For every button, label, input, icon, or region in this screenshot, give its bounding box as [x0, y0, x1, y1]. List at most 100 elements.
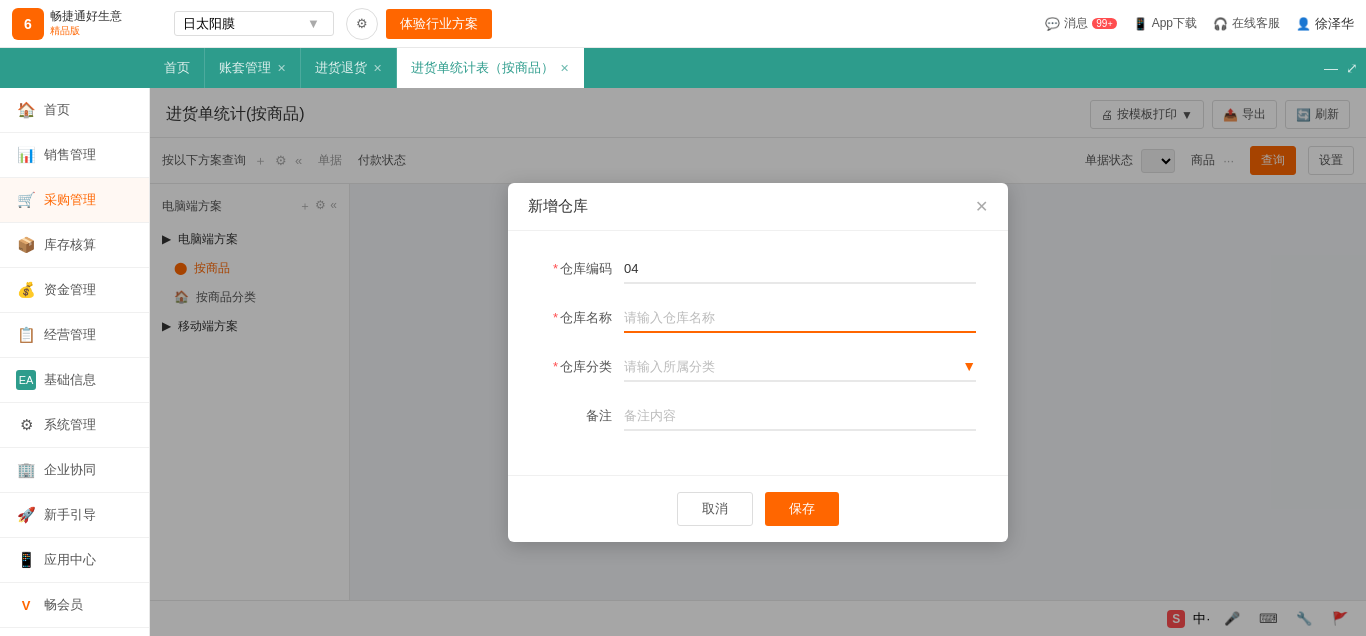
sidebar-guide-label: 新手引导	[44, 506, 96, 524]
logo-area: 6 畅捷通好生意 精品版	[12, 8, 162, 40]
phone-icon: 📱	[1133, 17, 1148, 31]
sidebar-item-operations[interactable]: 📋 经营管理	[0, 313, 149, 358]
category-dropdown-icon: ▼	[962, 358, 976, 374]
modal-overlay: 新增仓库 ✕ 仓库编码 仓库名称 仓库分类	[150, 88, 1366, 636]
notifications-item[interactable]: 💬 消息 99+	[1045, 15, 1116, 32]
tab-home-label: 首页	[164, 59, 190, 77]
content-area: 进货单统计(按商品) 🖨 按模板打印 ▼ 📤 导出 🔄 刷新 按以下方案查	[150, 88, 1366, 636]
notification-badge: 99+	[1092, 18, 1116, 29]
save-button[interactable]: 保存	[765, 492, 839, 526]
sidebar-item-finance[interactable]: 💰 资金管理	[0, 268, 149, 313]
sidebar-item-app-center[interactable]: 📱 应用中心	[0, 538, 149, 583]
tab-purchase-return-close[interactable]: ✕	[373, 62, 382, 75]
sidebar-item-vip[interactable]: V 畅会员	[0, 583, 149, 628]
tab-minimize-icon[interactable]: —	[1324, 60, 1338, 76]
logo-text: 畅捷通好生意	[50, 9, 122, 25]
code-input[interactable]	[624, 255, 976, 284]
search-input[interactable]	[183, 16, 303, 31]
sidebar-item-purchase[interactable]: 🛒 采购管理	[0, 178, 149, 223]
message-label: 消息	[1064, 15, 1088, 32]
top-header: 6 畅捷通好生意 精品版 ▼ ⚙ 体验行业方案 💬 消息 99+ 📱 App下载…	[0, 0, 1366, 48]
basic-info-icon: EA	[16, 370, 36, 390]
sidebar-item-home[interactable]: 🏠 首页	[0, 88, 149, 133]
system-icon: ⚙	[16, 415, 36, 435]
modal-close-button[interactable]: ✕	[975, 197, 988, 216]
form-row-code: 仓库编码	[540, 255, 976, 284]
headset-icon: 🎧	[1213, 17, 1228, 31]
name-label: 仓库名称	[540, 309, 612, 327]
sales-icon: 📊	[16, 145, 36, 165]
code-label: 仓库编码	[540, 260, 612, 278]
cancel-button[interactable]: 取消	[677, 492, 753, 526]
vip-icon: V	[16, 595, 36, 615]
app-center-icon: 📱	[16, 550, 36, 570]
sidebar-enterprise-label: 企业协同	[44, 461, 96, 479]
guide-icon: 🚀	[16, 505, 36, 525]
category-select[interactable]: 请输入所属分类	[624, 353, 962, 380]
sidebar-sales-label: 销售管理	[44, 146, 96, 164]
tab-purchase-return-label: 进货退货	[315, 59, 367, 77]
name-input[interactable]	[624, 304, 976, 333]
tab-expand-icon[interactable]: ⤢	[1346, 60, 1358, 76]
sidebar-app-center-label: 应用中心	[44, 551, 96, 569]
form-row-note: 备注	[540, 402, 976, 431]
tab-account-label: 账套管理	[219, 59, 271, 77]
enterprise-icon: 🏢	[16, 460, 36, 480]
tab-purchase-stats-close[interactable]: ✕	[560, 62, 569, 75]
logo-icon: 6	[12, 8, 44, 40]
sidebar-inventory-label: 库存核算	[44, 236, 96, 254]
finance-icon: 💰	[16, 280, 36, 300]
new-warehouse-modal: 新增仓库 ✕ 仓库编码 仓库名称 仓库分类	[508, 183, 1008, 542]
modal-body: 仓库编码 仓库名称 仓库分类 请输入所属分类	[508, 231, 1008, 475]
note-input[interactable]	[624, 402, 976, 431]
modal-header: 新增仓库 ✕	[508, 183, 1008, 231]
sidebar-item-sales[interactable]: 📊 销售管理	[0, 133, 149, 178]
header-search-box[interactable]: ▼	[174, 11, 334, 36]
logo-sub: 精品版	[50, 24, 122, 38]
sidebar-item-guide[interactable]: 🚀 新手引导	[0, 493, 149, 538]
sidebar-item-enterprise[interactable]: 🏢 企业协同	[0, 448, 149, 493]
home-icon: 🏠	[16, 100, 36, 120]
tab-bar: 首页 账套管理 ✕ 进货退货 ✕ 进货单统计表（按商品） ✕ — ⤢	[0, 48, 1366, 88]
user-item[interactable]: 👤 徐泽华	[1296, 15, 1354, 33]
tab-purchase-return[interactable]: 进货退货 ✕	[301, 48, 397, 88]
main-layout: 🏠 首页 📊 销售管理 🛒 采购管理 📦 库存核算 💰 资金管理 📋 经营管理 …	[0, 88, 1366, 636]
user-avatar-icon: 👤	[1296, 17, 1311, 31]
sidebar-basic-info-label: 基础信息	[44, 371, 96, 389]
tab-account-close[interactable]: ✕	[277, 62, 286, 75]
online-service-item[interactable]: 🎧 在线客服	[1213, 15, 1280, 32]
sidebar-purchase-label: 采购管理	[44, 191, 96, 209]
tab-purchase-stats-label: 进货单统计表（按商品）	[411, 59, 554, 77]
modal-footer: 取消 保存	[508, 475, 1008, 542]
tab-bar-right: — ⤢	[1324, 60, 1366, 76]
username-label: 徐泽华	[1315, 15, 1354, 33]
sidebar-home-label: 首页	[44, 101, 70, 119]
form-row-name: 仓库名称	[540, 304, 976, 333]
sidebar-item-system[interactable]: ⚙ 系统管理	[0, 403, 149, 448]
modal-title: 新增仓库	[528, 197, 588, 216]
category-label: 仓库分类	[540, 358, 612, 376]
trial-button[interactable]: 体验行业方案	[386, 9, 492, 39]
form-row-category: 仓库分类 请输入所属分类 ▼	[540, 353, 976, 382]
purchase-icon: 🛒	[16, 190, 36, 210]
note-label: 备注	[540, 407, 612, 425]
tab-home[interactable]: 首页	[150, 48, 205, 88]
sidebar-finance-label: 资金管理	[44, 281, 96, 299]
tab-account[interactable]: 账套管理 ✕	[205, 48, 301, 88]
sidebar-vip-label: 畅会员	[44, 596, 83, 614]
header-right: 💬 消息 99+ 📱 App下载 🎧 在线客服 👤 徐泽华	[1045, 15, 1354, 33]
settings-icon[interactable]: ⚙	[346, 8, 378, 40]
online-service-label: 在线客服	[1232, 15, 1280, 32]
sidebar-system-label: 系统管理	[44, 416, 96, 434]
message-icon: 💬	[1045, 17, 1060, 31]
search-dropdown-icon[interactable]: ▼	[307, 16, 320, 31]
tab-purchase-stats[interactable]: 进货单统计表（按商品） ✕	[397, 48, 584, 88]
sidebar-item-inventory[interactable]: 📦 库存核算	[0, 223, 149, 268]
sidebar-item-basic-info[interactable]: EA 基础信息	[0, 358, 149, 403]
inventory-icon: 📦	[16, 235, 36, 255]
sidebar: 🏠 首页 📊 销售管理 🛒 采购管理 📦 库存核算 💰 资金管理 📋 经营管理 …	[0, 88, 150, 636]
app-download-label: App下载	[1152, 15, 1197, 32]
sidebar-operations-label: 经营管理	[44, 326, 96, 344]
operations-icon: 📋	[16, 325, 36, 345]
app-download-item[interactable]: 📱 App下载	[1133, 15, 1197, 32]
